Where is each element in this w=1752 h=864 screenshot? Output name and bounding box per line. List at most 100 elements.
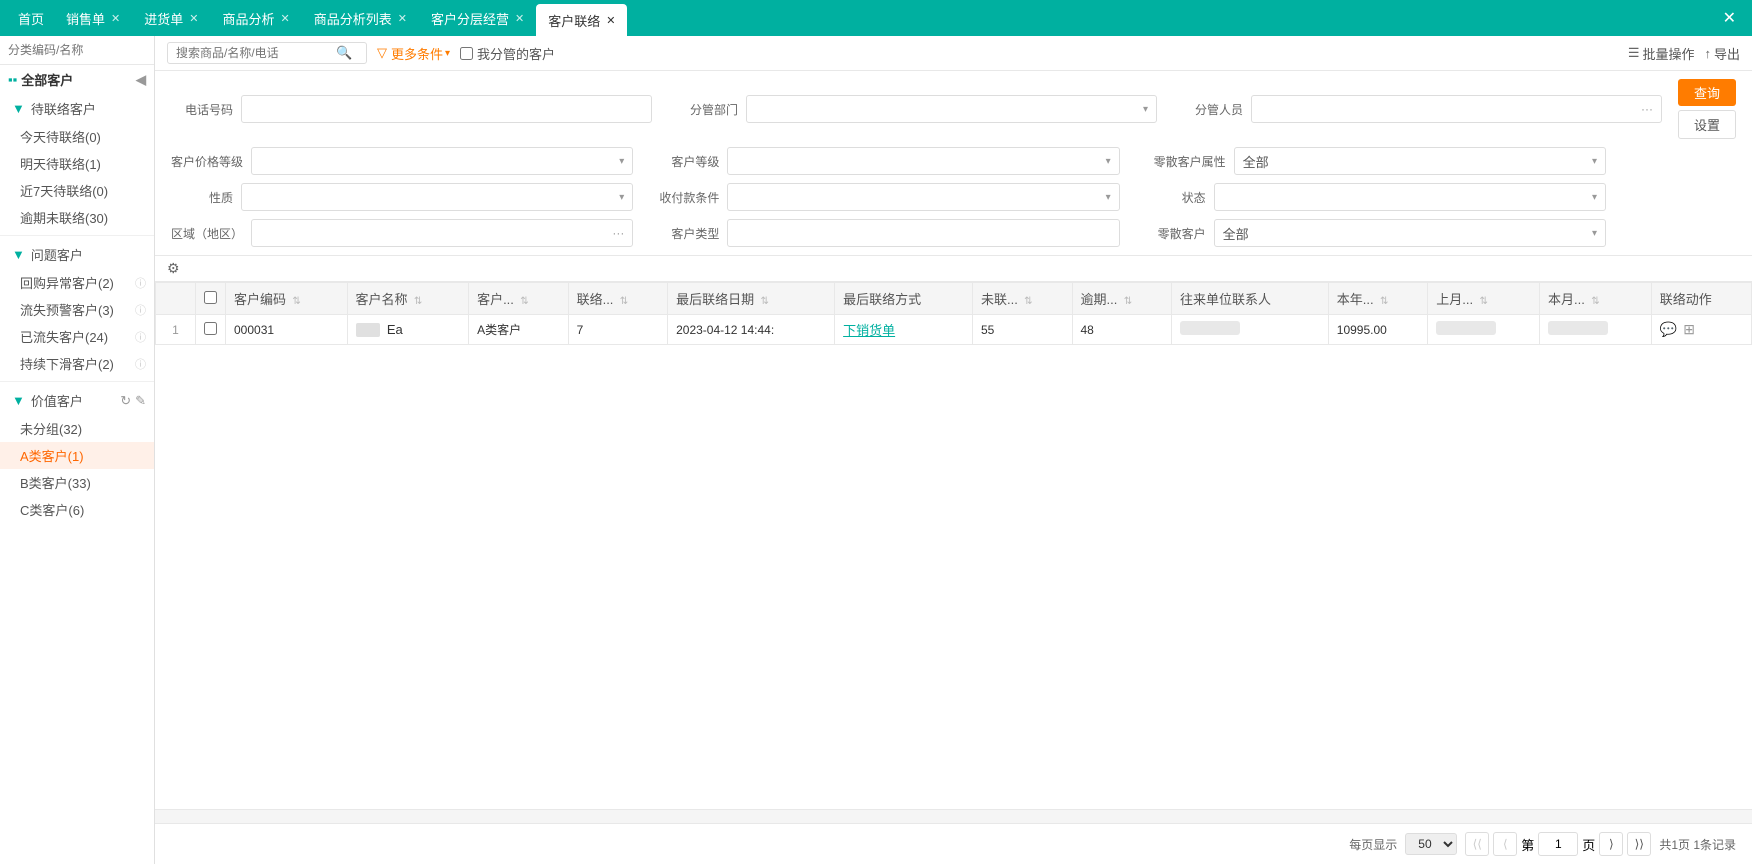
sidebar-collapse-icon[interactable]: ◀ — [136, 72, 146, 88]
more-conditions-btn[interactable]: ▽ 更多条件 ▾ — [377, 44, 450, 63]
th-this-year[interactable]: 本年... ⇅ — [1328, 283, 1428, 315]
close-goods-list-tab[interactable]: ✕ — [398, 12, 407, 25]
th-contact[interactable]: 联络... ⇅ — [568, 283, 668, 315]
qr-icon[interactable]: ⊞ — [1683, 321, 1695, 338]
person-select[interactable]: ··· — [1251, 95, 1662, 123]
region-label: 区域（地区） — [171, 225, 251, 242]
search-icon[interactable]: 🔍 — [336, 45, 352, 61]
sidebar-item-repurchase-abnormal[interactable]: 回购异常客户(2) ⓘ — [0, 269, 154, 296]
close-segment-tab[interactable]: ✕ — [515, 12, 524, 25]
info-icon-repurchase: ⓘ — [135, 275, 146, 291]
sidebar-item-churn-warning[interactable]: 流失预警客户(3) ⓘ — [0, 296, 154, 323]
sidebar-item-declining[interactable]: 持续下滑客户(2) ⓘ — [0, 350, 154, 377]
th-last-month[interactable]: 上月... ⇅ — [1428, 283, 1540, 315]
close-purchase-tab[interactable]: ✕ — [189, 12, 198, 25]
filter-actions: 查询 设置 — [1678, 79, 1736, 139]
status-field: 状态 ▾ — [1144, 183, 1606, 211]
payment-label: 收付款条件 — [657, 189, 727, 206]
value-customers-group[interactable]: ▼ 价值客户 ↻ ✎ — [0, 386, 154, 415]
sidebar-item-tomorrow[interactable]: 明天待联络(1) — [0, 150, 154, 177]
batch-operation-btn[interactable]: ☰ 批量操作 — [1628, 44, 1695, 63]
contact-method-link[interactable]: 下销货单 — [843, 323, 895, 338]
nature-select[interactable]: ▾ — [241, 183, 633, 211]
th-type[interactable]: 客户... ⇅ — [469, 283, 569, 315]
page-prev-btn[interactable]: ⟨ — [1493, 832, 1517, 856]
close-goods-analysis-tab[interactable]: ✕ — [281, 12, 290, 25]
th-name[interactable]: 客户名称 ⇅ — [347, 283, 469, 315]
nature-arrow: ▾ — [619, 192, 624, 203]
sidebar-item-ungrouped[interactable]: 未分组(32) — [0, 415, 154, 442]
pending-contact-group[interactable]: ▼ 待联络客户 — [0, 94, 154, 123]
row-this-month — [1540, 315, 1652, 345]
value-group-edit[interactable]: ✎ — [135, 393, 146, 409]
person-label: 分管人员 — [1181, 101, 1251, 118]
nav-home[interactable]: 首页 — [8, 0, 54, 36]
chat-icon[interactable]: 💬 — [1660, 321, 1677, 338]
status-select[interactable]: ▾ — [1214, 183, 1606, 211]
nav-tab-customer-contact[interactable]: 客户联络 ✕ — [536, 4, 627, 36]
sort-overdue-icon: ⇅ — [1124, 296, 1132, 307]
page-size-select[interactable]: 50 — [1405, 833, 1457, 855]
nav-tab-goods-analysis-list[interactable]: 商品分析列表 ✕ — [302, 0, 419, 36]
price-arrow-icon: ▾ — [619, 156, 624, 167]
value-group-refresh[interactable]: ↻ — [120, 393, 131, 409]
customer-type-field: 客户类型 — [657, 219, 1119, 247]
data-table: 客户编码 ⇅ 客户名称 ⇅ 客户... ⇅ 联络... — [155, 282, 1752, 345]
customer-type-select[interactable] — [727, 219, 1119, 247]
sidebar-item-b-class[interactable]: B类客户(33) — [0, 469, 154, 496]
select-all-checkbox[interactable] — [204, 291, 217, 304]
problem-customers-group[interactable]: ▼ 问题客户 — [0, 240, 154, 269]
price-level-select[interactable]: ▾ — [251, 147, 633, 175]
sidebar-item-c-class[interactable]: C类客户(6) — [0, 496, 154, 523]
content-area: 🔍 ▽ 更多条件 ▾ 我分管的客户 ☰ 批量操作 ↑ 导出 — [155, 36, 1752, 864]
my-customer-checkbox-wrap[interactable]: 我分管的客户 — [460, 44, 555, 63]
sidebar-item-today[interactable]: 今天待联络(0) — [0, 123, 154, 150]
sidebar-item-overdue[interactable]: 逾期未联络(30) — [0, 204, 154, 231]
page-next-btn[interactable]: ⟩ — [1599, 832, 1623, 856]
page-first-btn[interactable]: ⟨⟨ — [1465, 832, 1489, 856]
settings-button[interactable]: 设置 — [1678, 110, 1736, 139]
sidebar-search-input[interactable] — [8, 43, 155, 57]
h-scrollbar[interactable] — [155, 809, 1752, 823]
export-btn[interactable]: ↑ 导出 — [1704, 44, 1740, 63]
zero-customer-select[interactable]: 全部 ▾ — [1214, 219, 1606, 247]
page-number-input[interactable] — [1538, 832, 1578, 856]
phone-label: 电话号码 — [171, 101, 241, 118]
nav-tab-sales[interactable]: 销售单 ✕ — [54, 0, 132, 36]
region-select[interactable]: ··· — [251, 219, 633, 247]
payment-select[interactable]: ▾ — [727, 183, 1119, 211]
close-sales-tab[interactable]: ✕ — [111, 12, 120, 25]
sort-nocontact-icon: ⇅ — [1024, 296, 1032, 307]
zero-attr-select[interactable]: 全部 ▾ — [1234, 147, 1606, 175]
phone-input[interactable] — [241, 95, 652, 123]
dept-select[interactable]: ▾ — [746, 95, 1157, 123]
action-icons: 💬 ⊞ — [1660, 321, 1743, 338]
row-unit-contact — [1172, 315, 1329, 345]
th-this-month[interactable]: 本月... ⇅ — [1540, 283, 1652, 315]
sidebar-item-churned[interactable]: 已流失客户(24) ⓘ — [0, 323, 154, 350]
sidebar-item-a-class[interactable]: A类客户(1) — [0, 442, 154, 469]
page-last-btn[interactable]: ⟩⟩ — [1627, 832, 1651, 856]
all-customers-header[interactable]: ▪▪ 全部客户 ◀ — [0, 65, 154, 94]
customer-level-field: 客户等级 ▾ — [657, 147, 1119, 175]
close-contact-tab[interactable]: ✕ — [606, 14, 615, 27]
sort-thismonth-icon: ⇅ — [1591, 296, 1599, 307]
data-table-wrap: 客户编码 ⇅ 客户名称 ⇅ 客户... ⇅ 联络... — [155, 282, 1752, 809]
th-unit-contact[interactable]: 往来单位联系人 — [1172, 283, 1329, 315]
sidebar-item-7days[interactable]: 近7天待联络(0) — [0, 177, 154, 204]
th-no-contact[interactable]: 未联... ⇅ — [972, 283, 1072, 315]
window-close-button[interactable]: ✕ — [1715, 8, 1744, 28]
nav-tab-goods-analysis[interactable]: 商品分析 ✕ — [210, 0, 301, 36]
row-checkbox[interactable] — [204, 322, 217, 335]
search-input[interactable] — [176, 46, 336, 60]
th-last-contact-date[interactable]: 最后联络日期 ⇅ — [668, 283, 835, 315]
th-last-contact-method[interactable]: 最后联络方式 — [835, 283, 973, 315]
my-customer-checkbox[interactable] — [460, 47, 473, 60]
th-code[interactable]: 客户编码 ⇅ — [226, 283, 348, 315]
gear-icon[interactable]: ⚙ — [167, 260, 180, 277]
nav-tab-purchase[interactable]: 进货单 ✕ — [132, 0, 210, 36]
customer-level-select[interactable]: ▾ — [727, 147, 1119, 175]
nav-tab-customer-segment[interactable]: 客户分层经营 ✕ — [419, 0, 536, 36]
query-button[interactable]: 查询 — [1678, 79, 1736, 106]
th-overdue[interactable]: 逾期... ⇅ — [1072, 283, 1172, 315]
